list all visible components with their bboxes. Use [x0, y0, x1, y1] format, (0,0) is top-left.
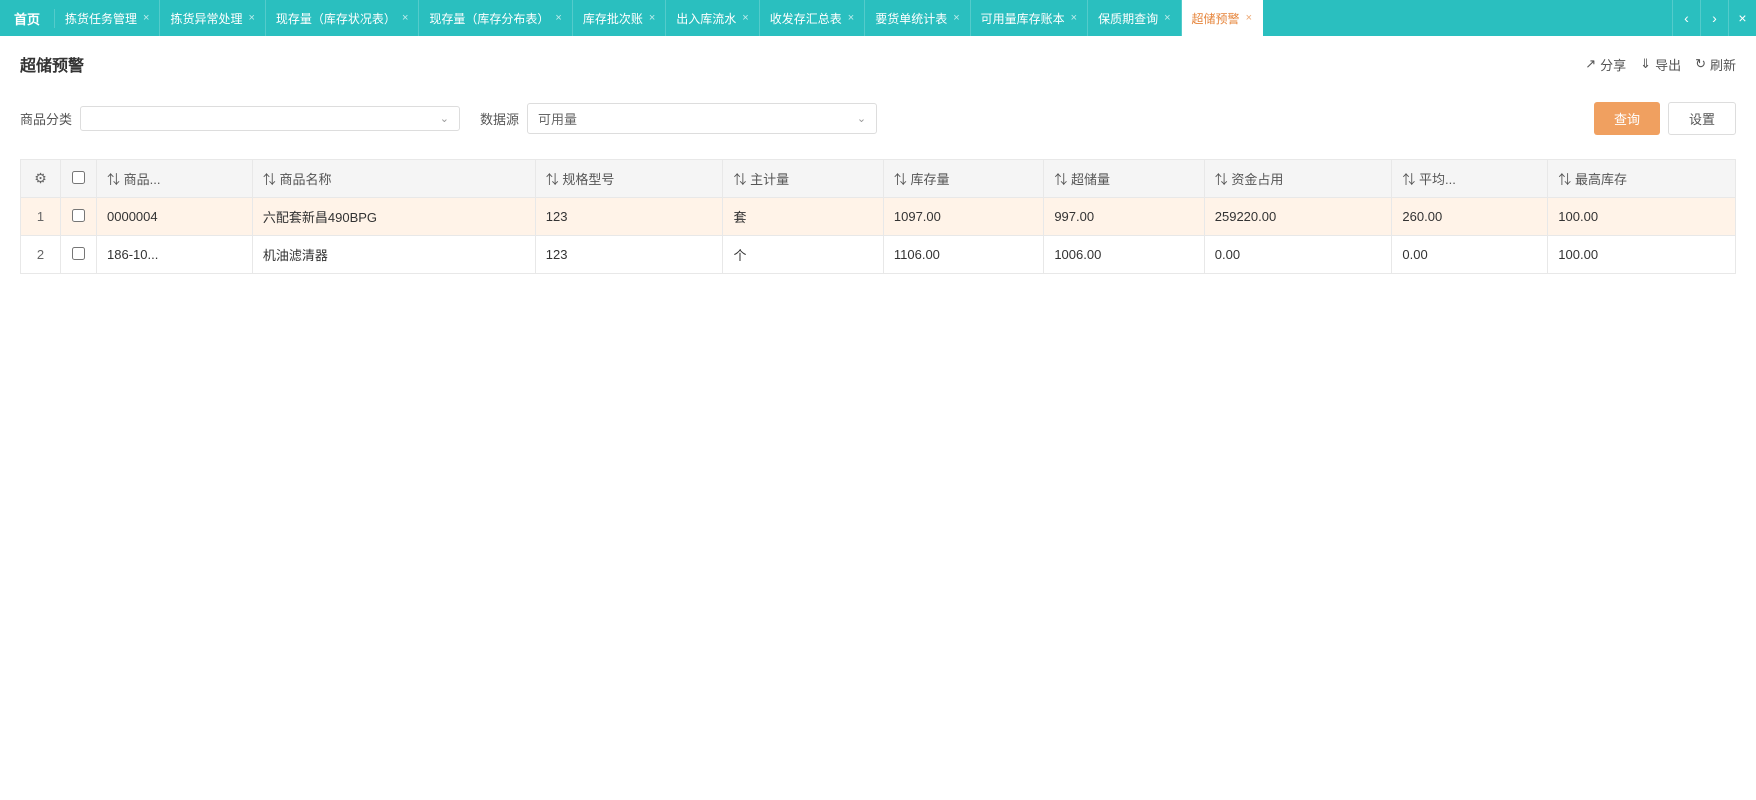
- col-avg-header[interactable]: ⇅ 平均...: [1392, 160, 1548, 198]
- close-tab-icon[interactable]: ×: [848, 12, 854, 24]
- data-source-value: 可用量: [538, 109, 577, 128]
- cell-product-name: 机油滤清器: [252, 236, 535, 274]
- tab-task-management[interactable]: 拣货任务管理 ×: [55, 0, 160, 36]
- row-index: 2: [21, 236, 61, 274]
- header-actions: ↗ 分享 ⇓ 导出 ↻ 刷新: [1585, 55, 1736, 74]
- row-checkbox[interactable]: [72, 247, 85, 260]
- col-overstock-header[interactable]: ⇅ 超储量: [1044, 160, 1204, 198]
- filter-actions: 查询 设置: [1594, 102, 1736, 135]
- overstock-table: ⚙ ⇅ 商品... ⇅ 商品名称 ⇅ 规格型号 ⇅: [20, 159, 1736, 274]
- gear-icon[interactable]: ⚙: [34, 170, 47, 186]
- cell-product-code: 186-10...: [97, 236, 253, 274]
- cell-unit: 个: [723, 236, 883, 274]
- close-tab-icon[interactable]: ×: [742, 12, 748, 24]
- nav-close-all[interactable]: ×: [1728, 0, 1756, 36]
- cell-spec: 123: [535, 236, 723, 274]
- chevron-down-icon: ⌄: [857, 112, 866, 125]
- close-tab-icon[interactable]: ×: [143, 12, 149, 24]
- product-category-select[interactable]: ⌄: [80, 106, 460, 131]
- share-button[interactable]: ↗ 分享: [1585, 55, 1626, 74]
- close-tab-icon[interactable]: ×: [555, 12, 561, 24]
- cell-spec: 123: [535, 198, 723, 236]
- cell-product-code: 0000004: [97, 198, 253, 236]
- row-checkbox-cell[interactable]: [61, 236, 97, 274]
- row-index: 1: [21, 198, 61, 236]
- close-tab-icon[interactable]: ×: [649, 12, 655, 24]
- filter-row: 商品分类 ⌄ 数据源 可用量 ⌄ 查询 设置: [20, 92, 1736, 145]
- settings-button[interactable]: 设置: [1668, 102, 1736, 135]
- cell-stock: 1097.00: [883, 198, 1043, 236]
- table-header-row: ⚙ ⇅ 商品... ⇅ 商品名称 ⇅ 规格型号 ⇅: [21, 160, 1736, 198]
- cell-overstock: 1006.00: [1044, 236, 1204, 274]
- col-unit-header[interactable]: ⇅ 主计量: [723, 160, 883, 198]
- product-category-filter: 商品分类 ⌄: [20, 106, 460, 131]
- cell-avg: 0.00: [1392, 236, 1548, 274]
- tab-order-stats[interactable]: 要货单统计表 ×: [865, 0, 970, 36]
- row-checkbox[interactable]: [72, 209, 85, 222]
- close-tab-icon[interactable]: ×: [402, 12, 408, 24]
- tab-summary[interactable]: 收发存汇总表 ×: [760, 0, 865, 36]
- close-tab-icon[interactable]: ×: [1071, 12, 1077, 24]
- page-header: 超储预警 ↗ 分享 ⇓ 导出 ↻ 刷新: [20, 52, 1736, 76]
- data-source-filter: 数据源 可用量 ⌄: [480, 103, 877, 134]
- tab-quality-expiry[interactable]: 保质期查询 ×: [1088, 0, 1181, 36]
- col-product-code-header[interactable]: ⇅ 商品...: [97, 160, 253, 198]
- data-source-select[interactable]: 可用量 ⌄: [527, 103, 877, 134]
- cell-avg: 260.00: [1392, 198, 1548, 236]
- close-tab-icon[interactable]: ×: [953, 12, 959, 24]
- col-stock-header[interactable]: ⇅ 库存量: [883, 160, 1043, 198]
- product-category-label: 商品分类: [20, 109, 72, 128]
- cell-unit: 套: [723, 198, 883, 236]
- cell-max-stock: 100.00: [1548, 236, 1736, 274]
- col-product-name-header[interactable]: ⇅ 商品名称: [252, 160, 535, 198]
- tab-available-stock[interactable]: 可用量库存账本 ×: [971, 0, 1088, 36]
- home-nav-item[interactable]: 首页: [0, 9, 55, 28]
- select-all-checkbox[interactable]: [72, 171, 85, 184]
- cell-capital: 259220.00: [1204, 198, 1392, 236]
- col-checkbox-header[interactable]: [61, 160, 97, 198]
- close-tab-icon[interactable]: ×: [248, 12, 254, 24]
- cell-capital: 0.00: [1204, 236, 1392, 274]
- export-button[interactable]: ⇓ 导出: [1640, 55, 1681, 74]
- cell-product-name: 六配套新昌490BPG: [252, 198, 535, 236]
- page-content: 超储预警 ↗ 分享 ⇓ 导出 ↻ 刷新 商品分类 ⌄ 数据源: [0, 36, 1756, 800]
- nav-left-arrow[interactable]: ‹: [1672, 0, 1700, 36]
- export-icon: ⇓: [1640, 56, 1651, 72]
- tab-overstock-warning[interactable]: 超储预警 ×: [1182, 0, 1263, 36]
- tab-inventory-batch[interactable]: 库存批次账 ×: [573, 0, 666, 36]
- page-title: 超储预警: [20, 52, 84, 76]
- col-capital-header[interactable]: ⇅ 资金占用: [1204, 160, 1392, 198]
- tab-inout-flow[interactable]: 出入库流水 ×: [666, 0, 759, 36]
- row-checkbox-cell[interactable]: [61, 198, 97, 236]
- close-tab-active-icon[interactable]: ×: [1246, 12, 1252, 24]
- query-button[interactable]: 查询: [1594, 102, 1660, 135]
- table-row: 1 0000004 六配套新昌490BPG 123 套 1097.00 997.…: [21, 198, 1736, 236]
- col-max-stock-header[interactable]: ⇅ 最高库存: [1548, 160, 1736, 198]
- share-icon: ↗: [1585, 56, 1596, 72]
- cell-overstock: 997.00: [1044, 198, 1204, 236]
- data-source-label: 数据源: [480, 109, 519, 128]
- chevron-down-icon: ⌄: [440, 112, 449, 125]
- tab-inventory-status[interactable]: 现存量（库存状况表） ×: [266, 0, 419, 36]
- refresh-icon: ↻: [1695, 56, 1706, 72]
- refresh-button[interactable]: ↻ 刷新: [1695, 55, 1736, 74]
- cell-stock: 1106.00: [883, 236, 1043, 274]
- col-spec-header[interactable]: ⇅ 规格型号: [535, 160, 723, 198]
- nav-arrow-group: ‹ › ×: [1672, 0, 1756, 36]
- cell-max-stock: 100.00: [1548, 198, 1736, 236]
- tab-exception-handling[interactable]: 拣货异常处理 ×: [160, 0, 265, 36]
- top-navigation: 首页 拣货任务管理 × 拣货异常处理 × 现存量（库存状况表） × 现存量（库存…: [0, 0, 1756, 36]
- nav-right-arrow[interactable]: ›: [1700, 0, 1728, 36]
- tab-inventory-dist[interactable]: 现存量（库存分布表） ×: [419, 0, 572, 36]
- table-row: 2 186-10... 机油滤清器 123 个 1106.00 1006.00 …: [21, 236, 1736, 274]
- col-settings-header[interactable]: ⚙: [21, 160, 61, 198]
- close-tab-icon[interactable]: ×: [1164, 12, 1170, 24]
